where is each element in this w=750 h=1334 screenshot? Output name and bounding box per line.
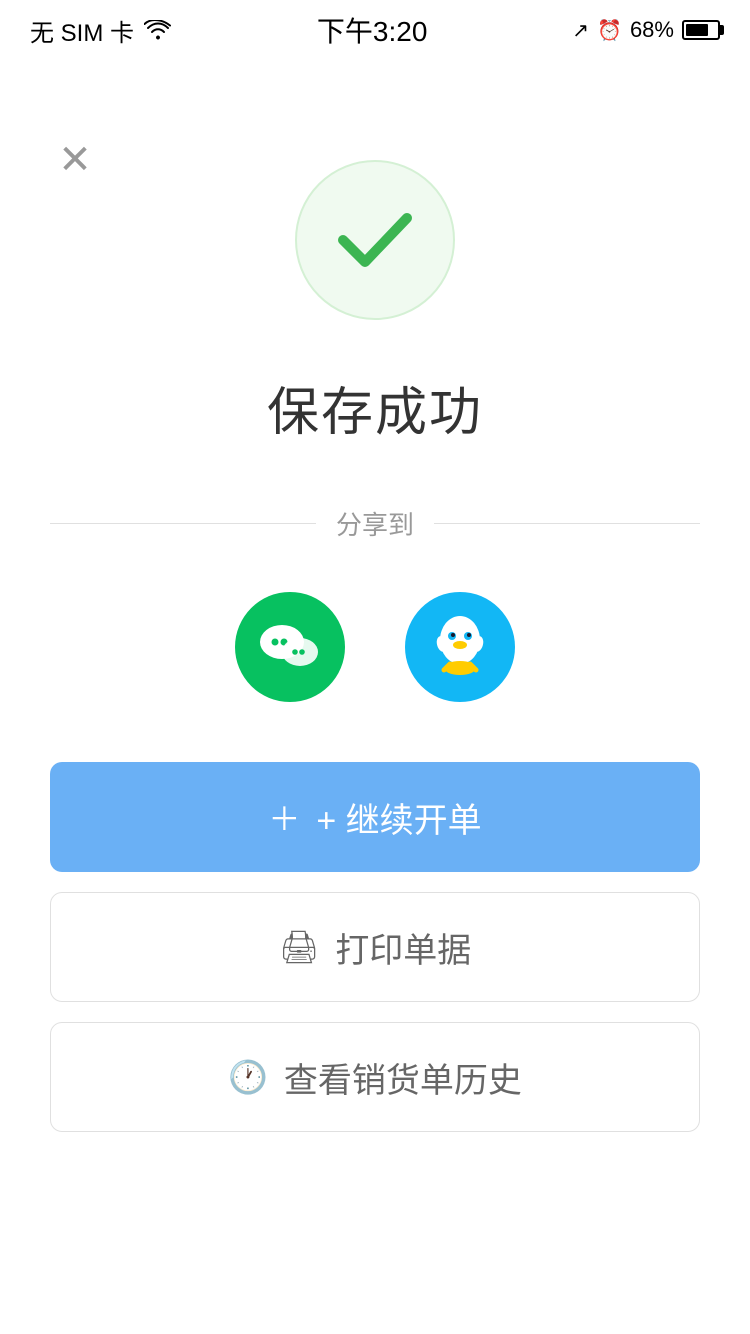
share-section: 分享到	[50, 505, 700, 702]
wechat-share-button[interactable]	[235, 592, 345, 702]
checkmark-icon	[335, 210, 415, 270]
status-right: ↗ ⏰ 68%	[572, 17, 720, 43]
divider-right	[434, 523, 700, 524]
print-icon: 🖨	[279, 928, 320, 966]
divider-left	[50, 523, 316, 524]
print-button[interactable]: 🖨 打印单据	[50, 892, 700, 1002]
success-circle	[295, 160, 455, 320]
location-icon: ↗	[572, 18, 589, 43]
battery-percent: 68%	[630, 17, 674, 43]
history-label: 查看销货单历史	[284, 1053, 522, 1102]
print-label: 打印单据	[335, 923, 471, 972]
status-left: 无 SIM 卡	[30, 13, 172, 48]
sim-status: 无 SIM 卡	[30, 13, 134, 48]
alarm-icon: ⏰	[597, 18, 622, 43]
wifi-icon	[144, 20, 172, 40]
share-divider: 分享到	[50, 505, 700, 542]
battery-icon	[682, 20, 720, 40]
history-icon: 🕐	[228, 1058, 268, 1096]
continue-button[interactable]: ＋ + 继续开单	[50, 762, 700, 872]
status-bar: 无 SIM 卡 下午3:20 ↗ ⏰ 68%	[0, 0, 750, 60]
success-text: 保存成功	[267, 370, 483, 445]
history-button[interactable]: 🕐 查看销货单历史	[50, 1022, 700, 1132]
action-buttons: ＋ + 继续开单 🖨 打印单据 🕐 查看销货单历史	[50, 762, 700, 1132]
share-icons	[50, 592, 700, 702]
continue-label: + 继续开单	[316, 793, 481, 842]
main-content: 保存成功 分享到	[0, 60, 750, 1132]
status-time: 下午3:20	[317, 10, 428, 50]
wechat-icon	[258, 620, 323, 675]
share-label: 分享到	[336, 505, 414, 542]
qq-icon	[428, 610, 493, 685]
plus-icon: ＋	[268, 794, 300, 840]
qq-share-button[interactable]	[405, 592, 515, 702]
